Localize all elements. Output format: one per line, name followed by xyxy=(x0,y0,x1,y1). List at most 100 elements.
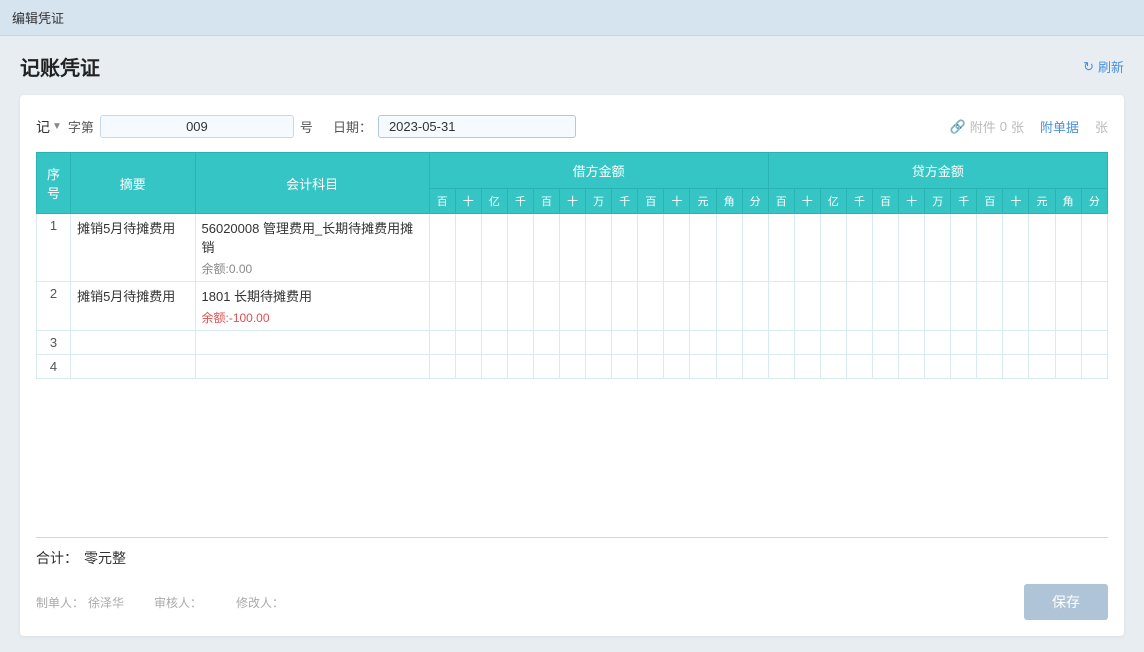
row-debit-0-10[interactable] xyxy=(690,214,716,282)
row-summary-3[interactable] xyxy=(71,355,195,379)
row-credit-1-10[interactable] xyxy=(1029,282,1055,331)
row-credit-2-10[interactable] xyxy=(1029,331,1055,355)
row-debit-0-11[interactable] xyxy=(716,214,742,282)
row-debit-1-11[interactable] xyxy=(716,282,742,331)
row-credit-1-5[interactable] xyxy=(899,282,925,331)
row-credit-1-2[interactable] xyxy=(820,282,846,331)
row-credit-1-8[interactable] xyxy=(977,282,1003,331)
row-credit-0-6[interactable] xyxy=(925,214,951,282)
row-credit-1-1[interactable] xyxy=(794,282,820,331)
row-credit-1-11[interactable] xyxy=(1055,282,1081,331)
row-debit-2-3[interactable] xyxy=(507,331,533,355)
row-credit-0-12[interactable] xyxy=(1081,214,1107,282)
row-debit-0-0[interactable] xyxy=(429,214,455,282)
row-debit-3-8[interactable] xyxy=(638,355,664,379)
row-debit-3-7[interactable] xyxy=(612,355,638,379)
row-credit-1-9[interactable] xyxy=(1003,282,1029,331)
row-debit-2-9[interactable] xyxy=(664,331,690,355)
row-debit-1-5[interactable] xyxy=(560,282,586,331)
row-credit-0-2[interactable] xyxy=(820,214,846,282)
row-credit-0-7[interactable] xyxy=(951,214,977,282)
row-credit-2-11[interactable] xyxy=(1055,331,1081,355)
row-debit-3-3[interactable] xyxy=(507,355,533,379)
row-credit-3-2[interactable] xyxy=(820,355,846,379)
row-debit-3-10[interactable] xyxy=(690,355,716,379)
row-credit-2-4[interactable] xyxy=(873,331,899,355)
row-credit-2-6[interactable] xyxy=(925,331,951,355)
row-credit-0-4[interactable] xyxy=(873,214,899,282)
row-credit-1-12[interactable] xyxy=(1081,282,1107,331)
row-summary-1[interactable]: 摊销5月待摊费用 xyxy=(71,282,195,331)
row-credit-2-0[interactable] xyxy=(768,331,794,355)
row-debit-1-2[interactable] xyxy=(481,282,507,331)
row-debit-0-12[interactable] xyxy=(742,214,768,282)
row-debit-0-8[interactable] xyxy=(638,214,664,282)
row-debit-3-4[interactable] xyxy=(533,355,559,379)
row-credit-3-9[interactable] xyxy=(1003,355,1029,379)
row-credit-0-11[interactable] xyxy=(1055,214,1081,282)
row-summary-2[interactable] xyxy=(71,331,195,355)
row-debit-1-9[interactable] xyxy=(664,282,690,331)
row-summary-0[interactable]: 摊销5月待摊费用 xyxy=(71,214,195,282)
row-debit-3-5[interactable] xyxy=(560,355,586,379)
row-debit-1-7[interactable] xyxy=(612,282,638,331)
row-debit-1-1[interactable] xyxy=(455,282,481,331)
row-credit-0-10[interactable] xyxy=(1029,214,1055,282)
row-credit-0-0[interactable] xyxy=(768,214,794,282)
row-debit-0-2[interactable] xyxy=(481,214,507,282)
table-row[interactable]: 3 xyxy=(37,331,1108,355)
row-subject-0[interactable]: 56020008 管理费用_长期待摊费用摊销余额:0.00 xyxy=(195,214,429,282)
row-credit-3-5[interactable] xyxy=(899,355,925,379)
row-credit-1-4[interactable] xyxy=(873,282,899,331)
row-credit-1-3[interactable] xyxy=(846,282,872,331)
row-debit-1-8[interactable] xyxy=(638,282,664,331)
row-debit-1-10[interactable] xyxy=(690,282,716,331)
row-debit-2-4[interactable] xyxy=(533,331,559,355)
row-debit-2-11[interactable] xyxy=(716,331,742,355)
row-credit-2-5[interactable] xyxy=(899,331,925,355)
row-debit-0-1[interactable] xyxy=(455,214,481,282)
row-debit-3-12[interactable] xyxy=(742,355,768,379)
row-credit-1-6[interactable] xyxy=(925,282,951,331)
row-credit-3-11[interactable] xyxy=(1055,355,1081,379)
row-debit-1-12[interactable] xyxy=(742,282,768,331)
row-debit-0-5[interactable] xyxy=(560,214,586,282)
table-row[interactable]: 4 xyxy=(37,355,1108,379)
row-credit-0-9[interactable] xyxy=(1003,214,1029,282)
voucher-number-input[interactable] xyxy=(100,115,294,138)
row-debit-3-1[interactable] xyxy=(455,355,481,379)
row-debit-1-4[interactable] xyxy=(533,282,559,331)
row-debit-2-1[interactable] xyxy=(455,331,481,355)
date-input[interactable] xyxy=(378,115,576,138)
row-credit-3-0[interactable] xyxy=(768,355,794,379)
row-credit-0-5[interactable] xyxy=(899,214,925,282)
save-button[interactable]: 保存 xyxy=(1024,584,1108,620)
row-credit-3-7[interactable] xyxy=(951,355,977,379)
row-debit-0-3[interactable] xyxy=(507,214,533,282)
row-credit-3-8[interactable] xyxy=(977,355,1003,379)
attach-single-link[interactable]: 附单据 xyxy=(1040,117,1079,136)
row-credit-2-12[interactable] xyxy=(1081,331,1107,355)
row-credit-3-3[interactable] xyxy=(846,355,872,379)
row-debit-2-10[interactable] xyxy=(690,331,716,355)
row-debit-0-6[interactable] xyxy=(586,214,612,282)
voucher-type-select[interactable]: 记 ▼ xyxy=(36,117,62,137)
row-debit-3-0[interactable] xyxy=(429,355,455,379)
row-credit-1-7[interactable] xyxy=(951,282,977,331)
row-credit-0-1[interactable] xyxy=(794,214,820,282)
table-row[interactable]: 2摊销5月待摊费用1801 长期待摊费用余额:-100.00 xyxy=(37,282,1108,331)
row-debit-3-2[interactable] xyxy=(481,355,507,379)
row-credit-2-9[interactable] xyxy=(1003,331,1029,355)
row-debit-2-6[interactable] xyxy=(586,331,612,355)
row-debit-2-7[interactable] xyxy=(612,331,638,355)
row-debit-0-7[interactable] xyxy=(612,214,638,282)
row-debit-3-9[interactable] xyxy=(664,355,690,379)
row-debit-1-0[interactable] xyxy=(429,282,455,331)
row-debit-0-4[interactable] xyxy=(533,214,559,282)
row-credit-2-1[interactable] xyxy=(794,331,820,355)
row-debit-2-2[interactable] xyxy=(481,331,507,355)
row-debit-0-9[interactable] xyxy=(664,214,690,282)
row-subject-2[interactable] xyxy=(195,331,429,355)
row-credit-0-3[interactable] xyxy=(846,214,872,282)
row-subject-3[interactable] xyxy=(195,355,429,379)
